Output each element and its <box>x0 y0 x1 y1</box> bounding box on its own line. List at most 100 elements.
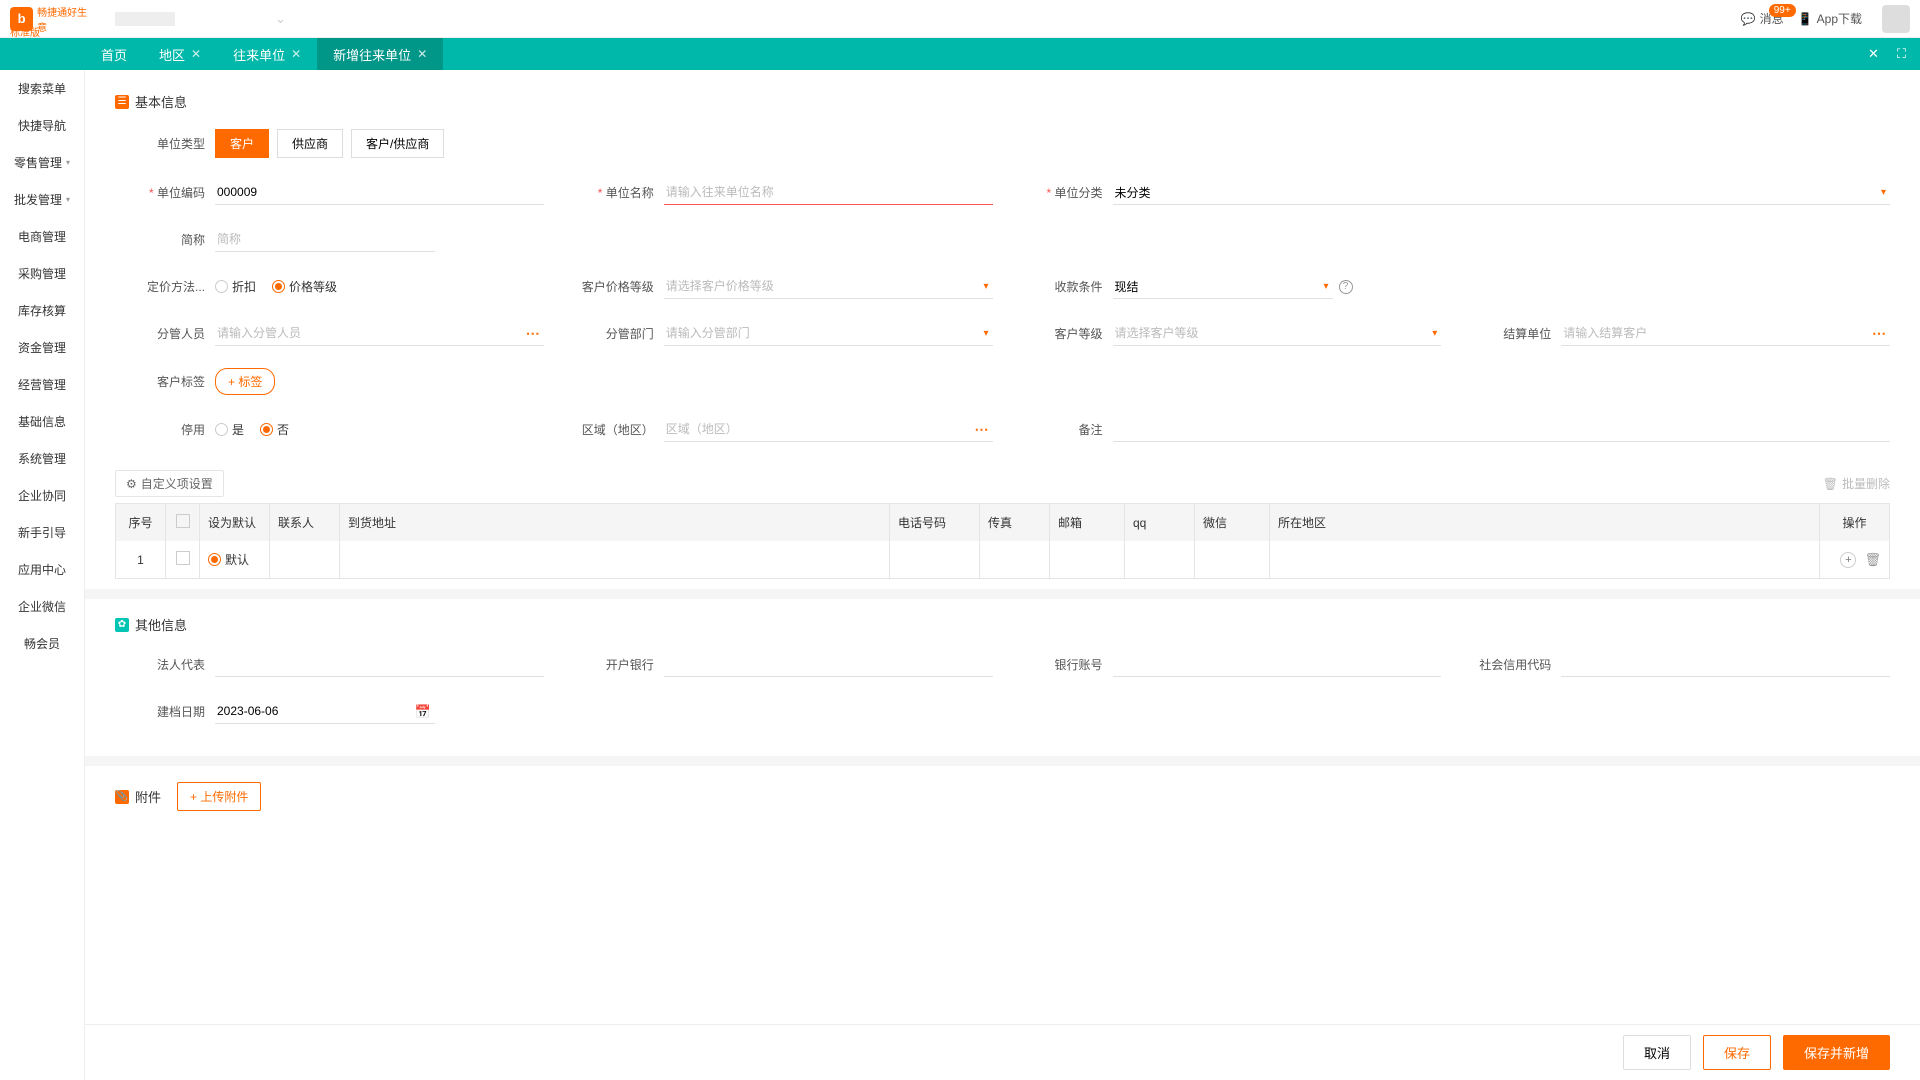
sidebar-item-6[interactable]: 库存核算 <box>0 292 84 329</box>
disabled-yes-radio[interactable]: 是 <box>215 421 244 438</box>
payment-terms-select[interactable] <box>1113 274 1333 299</box>
unit-name-label: 单位名称 <box>564 184 664 201</box>
unit-type-customer[interactable]: 客户 <box>215 129 269 158</box>
create-date-input[interactable] <box>215 699 435 724</box>
checkbox-all[interactable] <box>176 514 190 528</box>
fullscreen-icon[interactable]: ⛶ <box>1893 42 1910 66</box>
add-tag-button[interactable]: + 标签 <box>215 368 275 395</box>
social-credit-label: 社会信用代码 <box>1461 656 1561 673</box>
unit-category-select[interactable] <box>1113 180 1891 205</box>
sidebar-item-14[interactable]: 企业微信 <box>0 588 84 625</box>
avatar[interactable] <box>1882 5 1910 33</box>
sidebar-item-15[interactable]: 畅会员 <box>0 625 84 662</box>
sidebar-item-5[interactable]: 采购管理 <box>0 255 84 292</box>
company-selector[interactable]: ⌄ <box>115 11 286 27</box>
remark-input[interactable] <box>1113 417 1891 442</box>
attachment-icon: 📎 <box>115 790 129 804</box>
save-button[interactable]: 保存 <box>1703 1035 1771 1070</box>
row-email-cell[interactable] <box>1050 541 1125 579</box>
tab-2[interactable]: 往来单位 ✕ <box>217 38 317 70</box>
sidebar-item-7[interactable]: 资金管理 <box>0 329 84 366</box>
row-qq-cell[interactable] <box>1125 541 1195 579</box>
sidebar-item-8[interactable]: 经营管理 <box>0 366 84 403</box>
legal-rep-label: 法人代表 <box>115 656 215 673</box>
manager-input[interactable] <box>215 321 544 346</box>
messages-button[interactable]: 💬 消息 99+ <box>1741 10 1784 27</box>
tab-label: 地区 <box>159 45 185 64</box>
sidebar-item-0[interactable]: 搜索菜单 <box>0 70 84 107</box>
bank-account-input[interactable] <box>1113 652 1442 677</box>
unit-type-both[interactable]: 客户/供应商 <box>351 129 444 158</box>
section-other-title: ✿ 其他信息 <box>115 615 1890 634</box>
delete-row-icon[interactable]: 🗑 <box>1864 552 1881 568</box>
row-wechat-cell[interactable] <box>1195 541 1270 579</box>
help-icon[interactable]: ? <box>1339 280 1353 294</box>
unit-type-supplier[interactable]: 供应商 <box>277 129 343 158</box>
sidebar-item-label: 电商管理 <box>18 228 66 245</box>
disabled-no-label: 否 <box>277 421 289 438</box>
settlement-unit-input[interactable] <box>1561 321 1890 346</box>
legal-rep-input[interactable] <box>215 652 544 677</box>
custom-settings-button[interactable]: ⚙ 自定义项设置 <box>115 470 224 497</box>
row-fax-cell[interactable] <box>980 541 1050 579</box>
sidebar-item-2[interactable]: 零售管理▾ <box>0 144 84 181</box>
tab-1[interactable]: 地区 ✕ <box>143 38 217 70</box>
unit-name-input[interactable] <box>664 180 993 205</box>
close-icon[interactable]: ✕ <box>417 47 427 61</box>
row-checkbox[interactable] <box>176 551 190 565</box>
customer-price-level-label: 客户价格等级 <box>564 278 664 295</box>
unit-code-input[interactable] <box>215 180 544 205</box>
pricing-discount-radio[interactable]: 折扣 <box>215 278 256 295</box>
customer-level-label: 客户等级 <box>1013 325 1113 342</box>
tab-label: 往来单位 <box>233 45 285 64</box>
sidebar-item-1[interactable]: 快捷导航 <box>0 107 84 144</box>
remark-label: 备注 <box>1013 421 1113 438</box>
tab-3[interactable]: 新增往来单位✕ <box>317 38 443 70</box>
close-tab-icon[interactable]: ✕ <box>1864 42 1883 66</box>
close-icon[interactable]: ✕ <box>191 47 201 61</box>
row-region-cell[interactable] <box>1270 541 1820 579</box>
row-phone-cell[interactable] <box>890 541 980 579</box>
col-default: 设为默认 <box>200 504 270 542</box>
close-icon[interactable]: ✕ <box>291 47 301 61</box>
unit-type-group: 客户 供应商 客户/供应商 <box>215 129 1890 158</box>
tab-0[interactable]: 首页 <box>85 38 143 70</box>
cancel-button[interactable]: 取消 <box>1623 1035 1691 1070</box>
create-date-label: 建档日期 <box>115 703 215 720</box>
calendar-icon[interactable]: 📅 <box>415 704 431 720</box>
short-name-input[interactable] <box>215 227 435 252</box>
sidebar-item-3[interactable]: 批发管理▾ <box>0 181 84 218</box>
add-row-icon[interactable]: + <box>1840 552 1856 568</box>
sidebar-item-12[interactable]: 新手引导 <box>0 514 84 551</box>
region-input[interactable] <box>664 417 993 442</box>
unit-category-label: 单位分类 <box>1013 184 1113 201</box>
row-contact-cell[interactable] <box>270 541 340 579</box>
app-download-button[interactable]: 📱 App下载 <box>1798 10 1862 27</box>
sidebar-item-label: 批发管理 <box>14 191 62 208</box>
col-address: 到货地址 <box>340 504 890 542</box>
sidebar-item-label: 搜索菜单 <box>18 80 66 97</box>
batch-delete-button[interactable]: 🗑 批量删除 <box>1823 475 1890 492</box>
pricing-method-group: 折扣 价格等级 <box>215 278 544 295</box>
footer: 取消 保存 保存并新增 <box>85 1024 1920 1080</box>
bank-input[interactable] <box>664 652 993 677</box>
customer-price-level-select[interactable] <box>664 274 993 299</box>
dept-select[interactable] <box>664 321 993 346</box>
sidebar-item-4[interactable]: 电商管理 <box>0 218 84 255</box>
pricing-method-label: 定价方法... <box>115 278 215 295</box>
save-and-new-button[interactable]: 保存并新增 <box>1783 1035 1890 1070</box>
section-icon: ☰ <box>115 95 129 109</box>
sidebar-item-11[interactable]: 企业协同 <box>0 477 84 514</box>
sidebar-item-13[interactable]: 应用中心 <box>0 551 84 588</box>
upload-attachment-button[interactable]: + 上传附件 <box>177 782 261 811</box>
social-credit-input[interactable] <box>1561 652 1890 677</box>
sidebar-item-label: 库存核算 <box>18 302 66 319</box>
pricing-level-radio[interactable]: 价格等级 <box>272 278 337 295</box>
disabled-no-radio[interactable]: 否 <box>260 421 289 438</box>
row-address-cell[interactable] <box>340 541 890 579</box>
col-wechat: 微信 <box>1195 504 1270 542</box>
row-default-radio[interactable]: 默认 <box>208 551 261 568</box>
sidebar-item-10[interactable]: 系统管理 <box>0 440 84 477</box>
customer-level-select[interactable] <box>1113 321 1442 346</box>
sidebar-item-9[interactable]: 基础信息 <box>0 403 84 440</box>
